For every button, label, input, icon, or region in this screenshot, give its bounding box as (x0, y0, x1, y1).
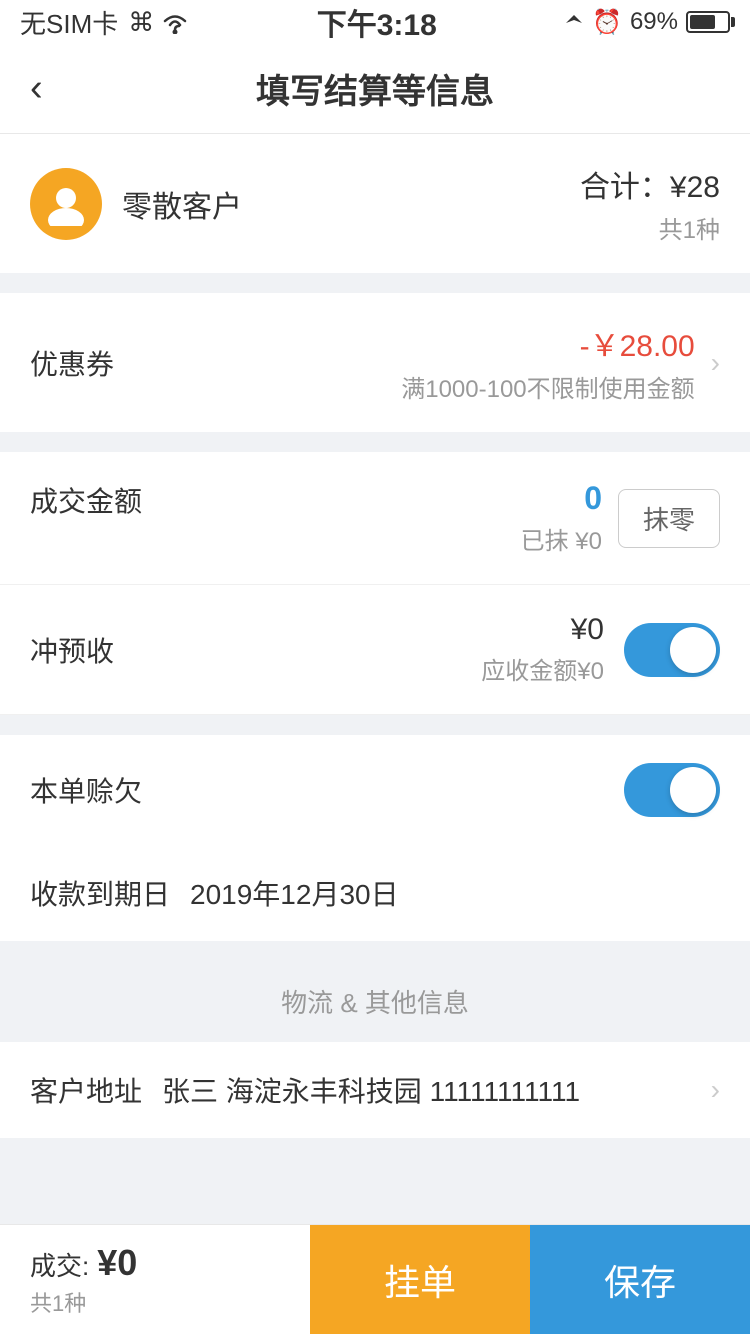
chevron-right-icon: › (711, 347, 720, 379)
suspend-button[interactable]: 挂单 (310, 1225, 530, 1334)
address-row[interactable]: 客户地址 张三 海淀永丰科技园 11111111111 › (0, 1042, 750, 1138)
credit-label: 本单赊欠 (30, 770, 142, 810)
nav-bar: ‹ 填写结算等信息 (0, 44, 750, 134)
bottom-left: 成交: ¥0 共1种 (0, 1242, 310, 1318)
deal-label: 成交金额 (30, 480, 142, 520)
deal-section: 成交金额 0 已抹 ¥0 抹零 冲预收 ¥0 应收金额¥0 (0, 452, 750, 715)
status-time: 下午3:18 (317, 0, 437, 44)
bottom-deal-amount: ¥0 (97, 1242, 137, 1284)
coupon-right: -￥28.00 满1000-100不限制使用金额 › (401, 321, 720, 404)
deal-sub: 已抹 ¥0 (521, 521, 602, 556)
coupon-section: 优惠券 -￥28.00 满1000-100不限制使用金额 › (0, 293, 750, 432)
battery-percent: 69% (630, 8, 678, 36)
status-right: ⏰ 69% (564, 8, 730, 37)
customer-name: 零散客户 (122, 182, 242, 226)
bottom-bar: 成交: ¥0 共1种 挂单 保存 (0, 1224, 750, 1334)
page-title: 填写结算等信息 (256, 64, 494, 113)
status-bar: 无SIM卡 ⌘ 下午3:18 ⏰ 69% (0, 0, 750, 44)
bottom-count: 共1种 (30, 1286, 280, 1318)
status-left: 无SIM卡 ⌘ (20, 4, 189, 41)
deal-value[interactable]: 0 (584, 480, 602, 517)
coupon-values: -￥28.00 满1000-100不限制使用金额 (401, 321, 694, 404)
logistics-header: 物流 & 其他信息 (0, 961, 750, 1042)
back-button[interactable]: ‹ (30, 67, 43, 110)
alarm-icon: ⏰ (592, 8, 622, 37)
address-label: 客户地址 (30, 1070, 142, 1110)
address-left: 客户地址 张三 海淀永丰科技园 11111111111 (30, 1070, 580, 1110)
due-value: 2019年12月30日 (190, 873, 399, 913)
address-chevron-icon: › (711, 1074, 720, 1106)
coupon-subtext: 满1000-100不限制使用金额 (401, 369, 694, 404)
avatar (30, 168, 102, 240)
save-button[interactable]: 保存 (530, 1225, 750, 1334)
customer-row: 零散客户 合计：¥28 共1种 (0, 134, 750, 273)
bottom-deal-label: 成交: (30, 1246, 89, 1283)
total-count: 共1种 (580, 210, 720, 245)
prepay-label: 冲预收 (30, 630, 114, 670)
due-date-row: 收款到期日 2019年12月30日 (0, 845, 750, 941)
user-icon (44, 182, 88, 226)
prepay-value: ¥0 (481, 613, 604, 647)
battery-icon (686, 11, 730, 33)
credit-toggle-knob (670, 767, 716, 813)
prepay-toggle[interactable] (624, 623, 720, 677)
deal-row: 成交金额 0 已抹 ¥0 抹零 (0, 452, 750, 585)
coupon-row[interactable]: 优惠券 -￥28.00 满1000-100不限制使用金额 › (0, 293, 750, 432)
credit-toggle[interactable] (624, 763, 720, 817)
credit-section: 本单赊欠 收款到期日 2019年12月30日 (0, 735, 750, 941)
customer-right: 合计：¥28 共1种 (580, 162, 720, 245)
toggle-knob (670, 627, 716, 673)
deal-input-wrap: 0 已抹 ¥0 (521, 480, 602, 556)
address-value: 张三 海淀永丰科技园 11111111111 (162, 1070, 580, 1110)
coupon-amount: -￥28.00 (401, 321, 694, 365)
prepay-amounts: ¥0 应收金额¥0 (481, 613, 604, 686)
wifi-icon: ⌘ (128, 7, 189, 38)
prepay-sub: 应收金额¥0 (481, 651, 604, 686)
coupon-label: 优惠券 (30, 343, 114, 383)
carrier-text: 无SIM卡 (20, 4, 118, 41)
customer-left: 零散客户 (30, 168, 242, 240)
logistics-title: 物流 & 其他信息 (281, 988, 469, 1018)
round-button[interactable]: 抹零 (618, 489, 720, 548)
prepay-right: ¥0 应收金额¥0 (481, 613, 720, 686)
deal-right: 0 已抹 ¥0 抹零 (521, 480, 720, 556)
due-label: 收款到期日 (30, 873, 170, 913)
location-icon (564, 8, 584, 36)
credit-row: 本单赊欠 (0, 735, 750, 845)
content: 零散客户 合计：¥28 共1种 优惠券 -￥28.00 满1000-100不限制… (0, 134, 750, 1278)
prepay-row: 冲预收 ¥0 应收金额¥0 (0, 585, 750, 715)
total-amount: 合计：¥28 (580, 162, 720, 206)
